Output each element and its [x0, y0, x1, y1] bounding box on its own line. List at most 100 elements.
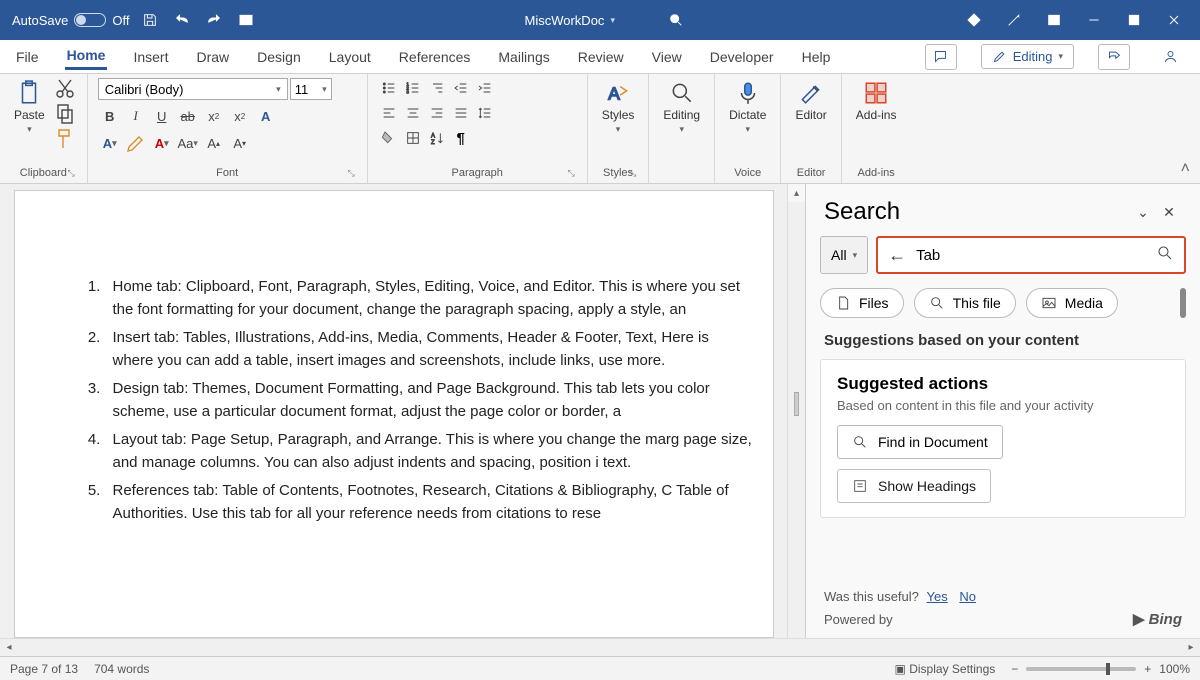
- tab-references[interactable]: References: [397, 45, 473, 69]
- maximize-icon[interactable]: [1114, 0, 1154, 40]
- tab-developer[interactable]: Developer: [708, 45, 776, 69]
- wand-icon[interactable]: [994, 0, 1034, 40]
- useful-yes-link[interactable]: Yes: [927, 589, 948, 604]
- zoom-out-icon[interactable]: −: [1011, 662, 1018, 676]
- zoom-control[interactable]: − + 100%: [1011, 662, 1190, 676]
- highlight-button[interactable]: [124, 132, 148, 154]
- close-icon[interactable]: [1154, 0, 1194, 40]
- styles-button[interactable]: A Styles▾: [598, 78, 639, 137]
- search-icon[interactable]: [665, 9, 687, 31]
- superscript-button[interactable]: x2: [228, 105, 252, 127]
- tab-home[interactable]: Home: [65, 43, 108, 70]
- vertical-scrollbar[interactable]: ▴: [787, 184, 805, 638]
- cut-icon[interactable]: [53, 78, 77, 100]
- justify-button[interactable]: [450, 103, 472, 123]
- align-right-button[interactable]: [426, 103, 448, 123]
- autosave-toggle[interactable]: AutoSave Off: [12, 13, 129, 28]
- search-input[interactable]: [916, 238, 1146, 272]
- shrink-font-button[interactable]: A▾: [228, 132, 252, 154]
- numbering-button[interactable]: 123: [402, 78, 424, 98]
- tab-help[interactable]: Help: [800, 45, 833, 69]
- useful-no-link[interactable]: No: [959, 589, 976, 604]
- change-case-button[interactable]: Aa▾: [176, 132, 200, 154]
- show-marks-button[interactable]: ¶: [450, 128, 472, 148]
- diamond-icon[interactable]: [954, 0, 994, 40]
- tab-view[interactable]: View: [650, 45, 684, 69]
- chevron-down-icon[interactable]: ⌄: [1130, 199, 1156, 225]
- align-left-button[interactable]: [378, 103, 400, 123]
- chip-media[interactable]: Media: [1026, 288, 1118, 318]
- copy-icon[interactable]: [53, 103, 77, 125]
- account-icon[interactable]: [1154, 44, 1186, 70]
- display-settings-button[interactable]: ▣ Display Settings: [895, 662, 996, 676]
- zoom-level[interactable]: 100%: [1159, 662, 1190, 676]
- text-effects-button[interactable]: A: [254, 105, 278, 127]
- search-filter[interactable]: All▾: [820, 236, 868, 274]
- document-title[interactable]: MiscWorkDoc ▾: [525, 13, 615, 28]
- text-outline-button[interactable]: A▾: [98, 132, 122, 154]
- horizontal-scrollbar[interactable]: ◂ ▸: [0, 638, 1200, 656]
- tab-layout[interactable]: Layout: [327, 45, 373, 69]
- window-icon[interactable]: [1034, 0, 1074, 40]
- borders-button[interactable]: [402, 128, 424, 148]
- tab-file[interactable]: File: [14, 45, 41, 69]
- tab-mailings[interactable]: Mailings: [496, 45, 551, 69]
- save-icon[interactable]: [139, 9, 161, 31]
- editing-mode-button[interactable]: Editing ▾: [981, 44, 1074, 69]
- font-name-combo[interactable]: Calibri (Body)▾: [98, 78, 288, 100]
- share-button[interactable]: [1098, 44, 1130, 70]
- zoom-slider[interactable]: [1026, 667, 1136, 671]
- paste-button[interactable]: Paste ▾: [10, 78, 49, 137]
- multilevel-button[interactable]: [426, 78, 448, 98]
- subscript-button[interactable]: x2: [202, 105, 226, 127]
- document-area[interactable]: Home tab: Clipboard, Font, Paragraph, St…: [0, 184, 787, 638]
- chip-thisfile[interactable]: This file: [914, 288, 1016, 318]
- quick-access-icon[interactable]: [235, 9, 257, 31]
- action-show-headings[interactable]: Show Headings: [837, 469, 991, 503]
- line-spacing-button[interactable]: [474, 103, 496, 123]
- tab-insert[interactable]: Insert: [131, 45, 170, 69]
- scroll-right-icon[interactable]: ▸: [1182, 642, 1200, 653]
- increase-indent-button[interactable]: [474, 78, 496, 98]
- scroll-thumb[interactable]: [794, 392, 799, 416]
- align-center-button[interactable]: [402, 103, 424, 123]
- more-chips-icon[interactable]: [1180, 288, 1186, 318]
- comments-button[interactable]: [925, 44, 957, 70]
- editor-button[interactable]: Editor: [791, 78, 830, 124]
- back-arrow-icon[interactable]: ←: [888, 245, 906, 266]
- tab-design[interactable]: Design: [255, 45, 303, 69]
- dictate-button[interactable]: Dictate▾: [725, 78, 770, 137]
- addins-button[interactable]: Add-ins: [852, 78, 901, 124]
- undo-icon[interactable]: [171, 9, 193, 31]
- bullets-button[interactable]: [378, 78, 400, 98]
- bold-button[interactable]: B: [98, 105, 122, 127]
- action-find-in-document[interactable]: Find in Document: [837, 425, 1003, 459]
- sort-button[interactable]: AZ: [426, 128, 448, 148]
- zoom-in-icon[interactable]: +: [1144, 662, 1151, 676]
- status-words[interactable]: 704 words: [94, 662, 149, 676]
- chip-files[interactable]: Files: [820, 288, 904, 318]
- font-size-combo[interactable]: 11▾: [290, 78, 332, 100]
- scroll-up-icon[interactable]: ▴: [788, 184, 805, 202]
- shading-button[interactable]: [378, 128, 400, 148]
- close-pane-icon[interactable]: ✕: [1156, 199, 1182, 225]
- tab-review[interactable]: Review: [576, 45, 626, 69]
- chevron-down-icon: ▾: [27, 124, 32, 135]
- editing-button[interactable]: Editing▾: [659, 78, 704, 137]
- scroll-left-icon[interactable]: ◂: [0, 642, 18, 653]
- minimize-icon[interactable]: [1074, 0, 1114, 40]
- list-item: References tab: Table of Contents, Footn…: [105, 480, 753, 525]
- grow-font-button[interactable]: A▴: [202, 132, 226, 154]
- collapse-ribbon-icon[interactable]: ˄: [1181, 74, 1200, 183]
- format-painter-icon[interactable]: [53, 128, 77, 150]
- status-page[interactable]: Page 7 of 13: [10, 662, 78, 676]
- bing-logo: ▶ Bing: [1133, 610, 1182, 628]
- redo-icon[interactable]: [203, 9, 225, 31]
- strike-button[interactable]: ab: [176, 105, 200, 127]
- search-icon[interactable]: [1156, 244, 1174, 267]
- font-color-button[interactable]: A▾: [150, 132, 174, 154]
- italic-button[interactable]: I: [124, 105, 148, 127]
- underline-button[interactable]: U: [150, 105, 174, 127]
- tab-draw[interactable]: Draw: [194, 45, 231, 69]
- decrease-indent-button[interactable]: [450, 78, 472, 98]
